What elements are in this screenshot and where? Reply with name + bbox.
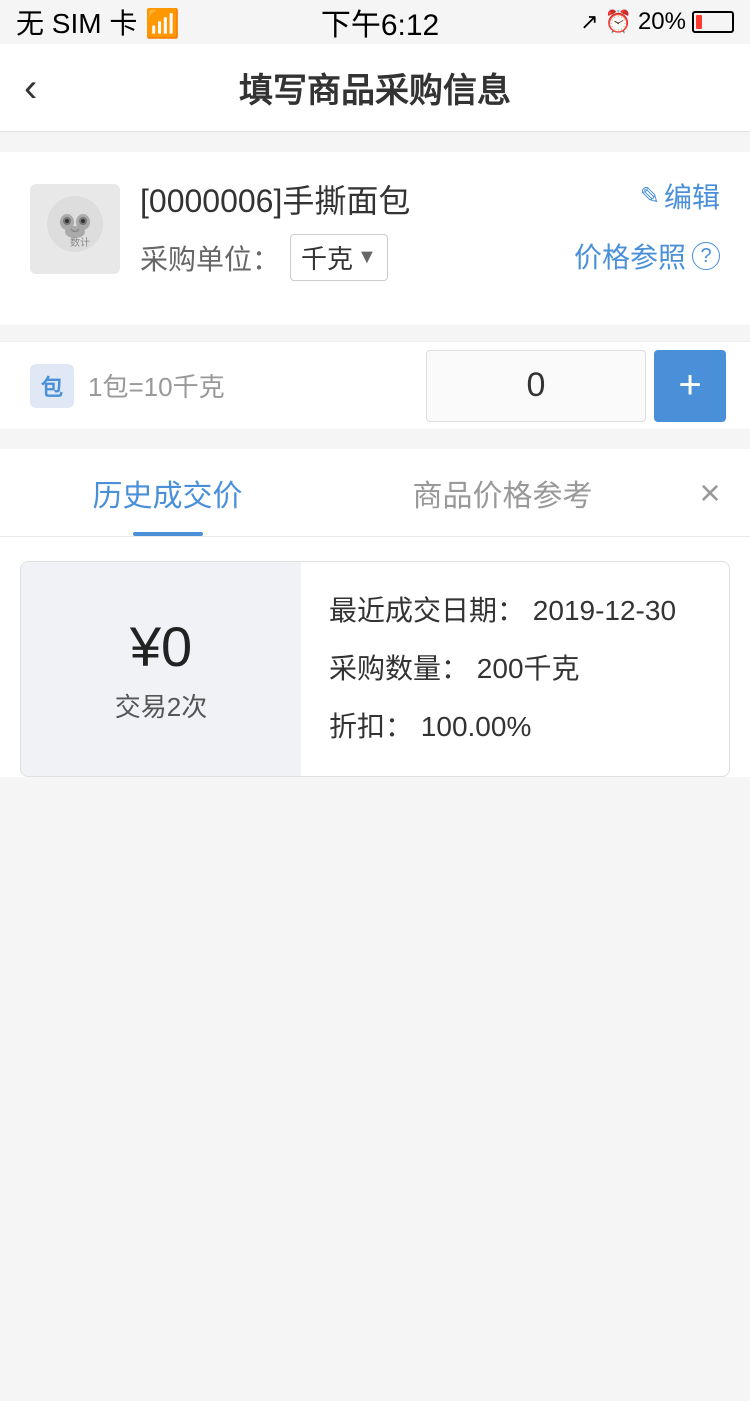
history-card-left: ¥0 交易2次 [21, 562, 301, 776]
history-trades-count: 交易2次 [115, 687, 207, 724]
product-actions: ✎ 编辑 价格参照 ? [574, 176, 720, 276]
purchase-quantity-row: 采购数量： 200千克 [329, 648, 701, 690]
battery-icon [692, 11, 734, 33]
product-thumbnail-icon: 数计 [45, 194, 105, 263]
tab-product-price-ref[interactable]: 商品价格参考 [335, 449, 670, 536]
recent-date-label: 最近成交日期： [329, 595, 525, 626]
product-unit-row: 采购单位： 千克 ▼ [140, 234, 410, 281]
tab-active-underline [133, 532, 203, 536]
tab-section: 历史成交价 商品价格参考 × ¥0 交易2次 最近成交日期： 2019-12-3… [0, 449, 750, 777]
purchase-quantity-value: 200千克 [477, 653, 580, 684]
bag-icon-wrapper: 包 [30, 364, 74, 408]
status-right: ↗ ⏰ 20% [580, 8, 734, 36]
unit-label: 采购单位： [140, 238, 280, 278]
purchase-quantity-label: 采购数量： [329, 653, 469, 684]
product-name: [0000006]手撕面包 [140, 176, 410, 222]
history-card-right: 最近成交日期： 2019-12-30 采购数量： 200千克 折扣： 100.0… [301, 562, 729, 776]
status-time: 下午6:12 [321, 0, 439, 44]
quantity-input[interactable]: 0 [426, 350, 646, 422]
tab-close-button[interactable]: × [670, 472, 750, 514]
discount-label: 折扣： [329, 711, 413, 742]
unit-dropdown-arrow-icon: ▼ [357, 246, 377, 269]
history-price-value: ¥0 [130, 614, 192, 679]
discount-row: 折扣： 100.00% [329, 706, 701, 748]
battery-percent: 20% [638, 8, 686, 36]
product-card: 数计 [0000006]手撕面包 采购单位： 千克 ▼ ✎ 编辑 [0, 152, 750, 325]
tab-header: 历史成交价 商品价格参考 × [0, 449, 750, 537]
price-ref-question-icon: ? [692, 242, 720, 270]
product-info: [0000006]手撕面包 采购单位： 千克 ▼ [140, 176, 410, 281]
alarm-icon: ⏰ [605, 9, 632, 35]
bag-ratio-hint: 1包=10千克 [88, 367, 225, 404]
quantity-controls: 0 + [426, 350, 726, 422]
product-left: 数计 [0000006]手撕面包 采购单位： 千克 ▼ [30, 176, 410, 281]
recent-date-value: 2019-12-30 [533, 595, 676, 626]
discount-value: 100.00% [421, 711, 532, 742]
edit-button[interactable]: ✎ 编辑 [640, 176, 720, 216]
recent-date-row: 最近成交日期： 2019-12-30 [329, 590, 701, 632]
quantity-plus-button[interactable]: + [654, 350, 726, 422]
tab-history-label: 历史成交价 [93, 471, 243, 515]
location-icon: ↗ [580, 9, 598, 35]
quantity-section: 包 1包=10千克 0 + [0, 341, 750, 429]
tab-ref-label: 商品价格参考 [413, 471, 593, 515]
edit-label: 编辑 [664, 176, 720, 216]
plus-icon: + [678, 363, 701, 408]
unit-select[interactable]: 千克 ▼ [290, 234, 388, 281]
back-button[interactable]: ‹ [24, 68, 37, 108]
quantity-left: 包 1包=10千克 [0, 364, 426, 408]
unit-value: 千克 [301, 239, 353, 276]
no-sim-label: 无 SIM 卡 📶 [16, 8, 180, 39]
edit-icon: ✎ [640, 182, 660, 211]
price-reference-button[interactable]: 价格参照 ? [574, 236, 720, 276]
product-image: 数计 [30, 184, 120, 274]
status-bar: 无 SIM 卡 📶 下午6:12 ↗ ⏰ 20% [0, 0, 750, 44]
quantity-row: 包 1包=10千克 0 + [0, 341, 750, 429]
history-card: ¥0 交易2次 最近成交日期： 2019-12-30 采购数量： 200千克 折… [20, 561, 730, 777]
page-title: 填写商品采购信息 [239, 63, 511, 112]
status-left: 无 SIM 卡 📶 [16, 2, 180, 42]
bag-icon: 包 [41, 370, 63, 402]
main-content [0, 801, 750, 1401]
close-icon: × [699, 472, 720, 514]
product-header: 数计 [0000006]手撕面包 采购单位： 千克 ▼ ✎ 编辑 [30, 176, 720, 281]
price-ref-label: 价格参照 [574, 236, 686, 276]
svg-text:数计: 数计 [70, 236, 90, 249]
nav-bar: ‹ 填写商品采购信息 [0, 44, 750, 132]
tab-history-price[interactable]: 历史成交价 [0, 449, 335, 536]
quantity-value: 0 [527, 366, 546, 405]
